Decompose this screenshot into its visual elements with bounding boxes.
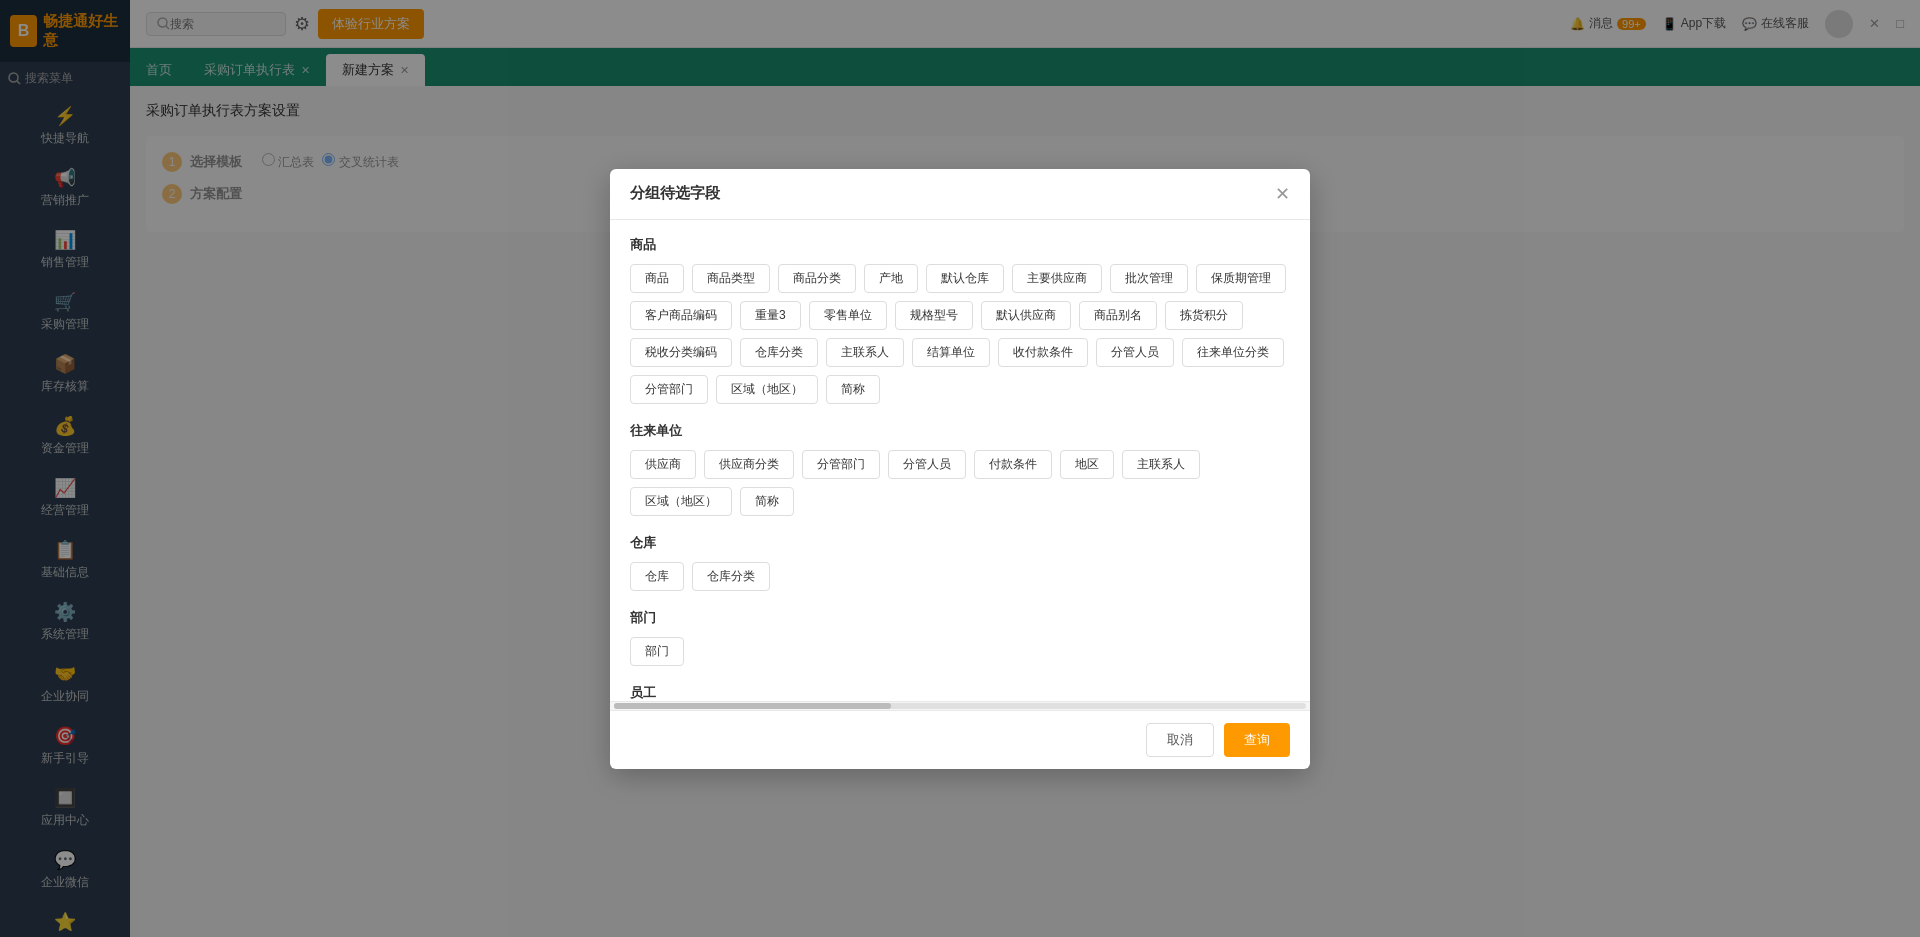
cancel-button[interactable]: 取消 — [1146, 723, 1214, 757]
field-tag-goods-4[interactable]: 默认仓库 — [926, 264, 1004, 293]
field-tag-partner-7[interactable]: 区域（地区） — [630, 487, 732, 516]
field-select-modal: 分组待选字段 ✕ 商品 商品 商品类型 商品分类 产地 默认仓库 主要供应商 批… — [610, 169, 1310, 769]
confirm-button[interactable]: 查询 — [1224, 723, 1290, 757]
field-tag-goods-10[interactable]: 零售单位 — [809, 301, 887, 330]
field-tag-goods-2[interactable]: 商品分类 — [778, 264, 856, 293]
section-goods-title: 商品 — [630, 236, 1290, 254]
field-tag-partner-2[interactable]: 分管部门 — [802, 450, 880, 479]
section-partner-title: 往来单位 — [630, 422, 1290, 440]
field-tag-partner-4[interactable]: 付款条件 — [974, 450, 1052, 479]
section-goods: 商品 商品 商品类型 商品分类 产地 默认仓库 主要供应商 批次管理 保质期管理… — [630, 236, 1290, 404]
section-employee: 员工 业务员 — [630, 684, 1290, 701]
field-tag-goods-23[interactable]: 区域（地区） — [716, 375, 818, 404]
field-tag-goods-18[interactable]: 结算单位 — [912, 338, 990, 367]
modal-horizontal-scrollbar[interactable] — [610, 701, 1310, 710]
section-department-tags: 部门 — [630, 637, 1290, 666]
section-employee-title: 员工 — [630, 684, 1290, 701]
field-tag-partner-8[interactable]: 简称 — [740, 487, 794, 516]
field-tag-goods-15[interactable]: 税收分类编码 — [630, 338, 732, 367]
field-tag-partner-6[interactable]: 主联系人 — [1122, 450, 1200, 479]
field-tag-goods-8[interactable]: 客户商品编码 — [630, 301, 732, 330]
field-tag-goods-12[interactable]: 默认供应商 — [981, 301, 1071, 330]
section-warehouse-tags: 仓库 仓库分类 — [630, 562, 1290, 591]
modal-footer: 取消 查询 — [610, 710, 1310, 769]
field-tag-partner-1[interactable]: 供应商分类 — [704, 450, 794, 479]
modal-title: 分组待选字段 — [630, 184, 720, 203]
field-tag-goods-5[interactable]: 主要供应商 — [1012, 264, 1102, 293]
field-tag-department-0[interactable]: 部门 — [630, 637, 684, 666]
field-tag-goods-22[interactable]: 分管部门 — [630, 375, 708, 404]
field-tag-goods-7[interactable]: 保质期管理 — [1196, 264, 1286, 293]
field-tag-goods-16[interactable]: 仓库分类 — [740, 338, 818, 367]
field-tag-goods-11[interactable]: 规格型号 — [895, 301, 973, 330]
field-tag-goods-19[interactable]: 收付款条件 — [998, 338, 1088, 367]
modal-header: 分组待选字段 ✕ — [610, 169, 1310, 220]
section-department: 部门 部门 — [630, 609, 1290, 666]
modal-close-button[interactable]: ✕ — [1275, 183, 1290, 205]
section-partner: 往来单位 供应商 供应商分类 分管部门 分管人员 付款条件 地区 主联系人 区域… — [630, 422, 1290, 516]
field-tag-partner-0[interactable]: 供应商 — [630, 450, 696, 479]
field-tag-goods-20[interactable]: 分管人员 — [1096, 338, 1174, 367]
section-warehouse: 仓库 仓库 仓库分类 — [630, 534, 1290, 591]
field-tag-goods-24[interactable]: 简称 — [826, 375, 880, 404]
field-tag-goods-17[interactable]: 主联系人 — [826, 338, 904, 367]
field-tag-goods-6[interactable]: 批次管理 — [1110, 264, 1188, 293]
modal-hscroll-track — [614, 703, 1306, 709]
field-tag-goods-14[interactable]: 拣货积分 — [1165, 301, 1243, 330]
modal-hscroll-thumb — [614, 703, 891, 709]
section-department-title: 部门 — [630, 609, 1290, 627]
modal-body: 商品 商品 商品类型 商品分类 产地 默认仓库 主要供应商 批次管理 保质期管理… — [610, 220, 1310, 701]
section-warehouse-title: 仓库 — [630, 534, 1290, 552]
field-tag-warehouse-1[interactable]: 仓库分类 — [692, 562, 770, 591]
section-partner-tags: 供应商 供应商分类 分管部门 分管人员 付款条件 地区 主联系人 区域（地区） … — [630, 450, 1290, 516]
field-tag-goods-0[interactable]: 商品 — [630, 264, 684, 293]
field-tag-goods-1[interactable]: 商品类型 — [692, 264, 770, 293]
field-tag-goods-13[interactable]: 商品别名 — [1079, 301, 1157, 330]
field-tag-partner-3[interactable]: 分管人员 — [888, 450, 966, 479]
field-tag-goods-3[interactable]: 产地 — [864, 264, 918, 293]
section-goods-tags: 商品 商品类型 商品分类 产地 默认仓库 主要供应商 批次管理 保质期管理 客户… — [630, 264, 1290, 404]
modal-overlay: 分组待选字段 ✕ 商品 商品 商品类型 商品分类 产地 默认仓库 主要供应商 批… — [0, 0, 1920, 937]
field-tag-warehouse-0[interactable]: 仓库 — [630, 562, 684, 591]
field-tag-goods-21[interactable]: 往来单位分类 — [1182, 338, 1284, 367]
field-tag-partner-5[interactable]: 地区 — [1060, 450, 1114, 479]
field-tag-goods-9[interactable]: 重量3 — [740, 301, 801, 330]
